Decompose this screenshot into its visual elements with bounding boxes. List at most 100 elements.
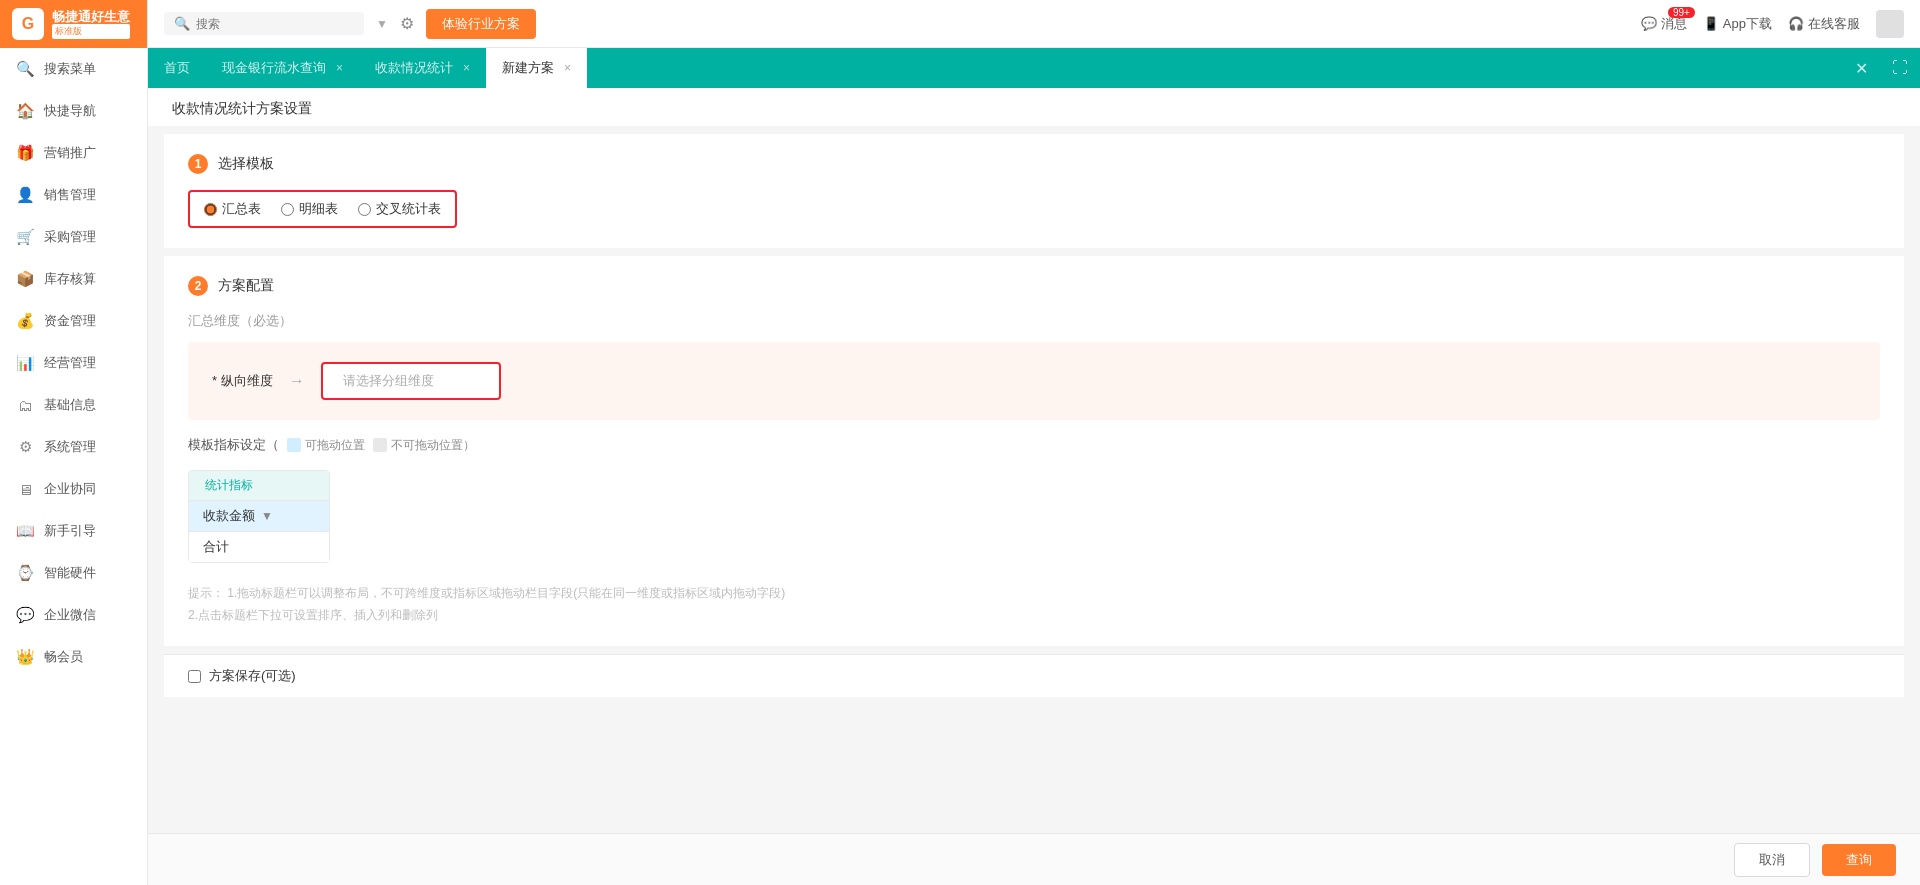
footer-save: 方案保存(可选) [164, 654, 1904, 697]
sidebar-item-label: 企业协同 [44, 480, 96, 498]
system-icon: ⚙ [16, 438, 34, 456]
sidebar-item-corp-wechat[interactable]: 💬 企业微信 [0, 594, 147, 636]
non-draggable-dot [373, 438, 387, 452]
dimension-area: * 纵向维度 → 请选择分组维度 [188, 342, 1880, 420]
close-window-icon[interactable]: ✕ [1843, 48, 1880, 88]
download-icon: 📱 [1703, 16, 1719, 31]
indicator-amount-label: 收款金额 [203, 507, 255, 525]
tab-home[interactable]: 首页 [148, 48, 206, 88]
radio-summary-input[interactable] [204, 203, 217, 216]
tip-text-2: 2.点击标题栏下拉可设置排序、插入列和删除列 [188, 605, 438, 627]
online-service-button[interactable]: 🎧 在线客服 [1788, 15, 1860, 33]
maximize-window-icon[interactable]: ⛶ [1880, 48, 1920, 88]
indicator-cell-amount[interactable]: 收款金额 ▼ [189, 501, 329, 532]
sidebar-item-label: 畅会员 [44, 648, 83, 666]
topbar-search-box[interactable]: 🔍 [164, 12, 364, 35]
sales-icon: 👤 [16, 186, 34, 204]
sidebar-item-sales[interactable]: 👤 销售管理 [0, 174, 147, 216]
message-icon: 💬 [1641, 16, 1657, 31]
indicator-dropdown-icon[interactable]: ▼ [261, 509, 273, 523]
tab-bank-flow[interactable]: 现金银行流水查询 × [206, 48, 359, 88]
legend-non-draggable: 不可拖动位置） [373, 437, 475, 454]
radio-summary[interactable]: 汇总表 [204, 200, 261, 218]
sidebar-item-search-menu[interactable]: 🔍 搜索菜单 [0, 48, 147, 90]
sidebar-item-base-info[interactable]: 🗂 基础信息 [0, 384, 147, 426]
sidebar-item-label: 智能硬件 [44, 564, 96, 582]
radio-detail-input[interactable] [281, 203, 294, 216]
sidebar-item-label: 采购管理 [44, 228, 96, 246]
quick-nav-icon: 🏠 [16, 102, 34, 120]
user-avatar[interactable] [1876, 10, 1904, 38]
step2-section: 2 方案配置 汇总维度（必选） * 纵向维度 → 请选择分组维度 模板指标设定（ [164, 256, 1904, 646]
industry-solution-button[interactable]: 体验行业方案 [426, 9, 536, 39]
search-input[interactable] [196, 17, 336, 31]
tab-home-label: 首页 [164, 59, 190, 77]
step2-badge: 2 [188, 276, 208, 296]
sidebar-item-inventory[interactable]: 📦 库存核算 [0, 258, 147, 300]
save-label: 方案保存(可选) [209, 667, 296, 685]
sidebar-item-label: 库存核算 [44, 270, 96, 288]
sidebar-item-newbie[interactable]: 📖 新手引导 [0, 510, 147, 552]
step2-title: 方案配置 [218, 277, 274, 295]
logo-icon: G [12, 8, 44, 40]
save-checkbox[interactable] [188, 670, 201, 683]
sidebar-item-label: 快捷导航 [44, 102, 96, 120]
step2-label: 2 方案配置 [188, 276, 1880, 296]
sidebar-item-quick-nav[interactable]: 🏠 快捷导航 [0, 90, 147, 132]
search-icon: 🔍 [174, 16, 190, 31]
tip-text-1: 提示： 1.拖动标题栏可以调整布局，不可跨维度或指标区域拖动栏目字段(只能在同一… [188, 583, 785, 605]
query-button[interactable]: 查询 [1822, 844, 1896, 876]
service-icon: 🎧 [1788, 16, 1804, 31]
radio-cross-input[interactable] [358, 203, 371, 216]
dim-select-box[interactable]: 请选择分组维度 [321, 362, 501, 400]
sidebar-item-corp-coop[interactable]: 🖥 企业协同 [0, 468, 147, 510]
corp-wechat-icon: 💬 [16, 606, 34, 624]
app-download-button[interactable]: 📱 App下载 [1703, 15, 1772, 33]
topbar: 🔍 ▼ ⚙ 体验行业方案 💬 消息 99+ 📱 App下载 🎧 在线客服 [148, 0, 1920, 48]
sidebar-item-label: 搜索菜单 [44, 60, 96, 78]
smart-hw-icon: ⌚ [16, 564, 34, 582]
sidebar-item-operations[interactable]: 📊 经营管理 [0, 342, 147, 384]
tab-new-plan-close-icon[interactable]: × [564, 62, 571, 74]
tab-new-plan[interactable]: 新建方案 × [486, 48, 587, 88]
notification-button[interactable]: 💬 消息 99+ [1641, 15, 1687, 33]
tip-line-2: 2.点击标题栏下拉可设置排序、插入列和删除列 [188, 605, 1880, 627]
search-menu-icon: 🔍 [16, 60, 34, 78]
sidebar-item-marketing[interactable]: 🎁 营销推广 [0, 132, 147, 174]
sidebar-item-finance[interactable]: 💰 资金管理 [0, 300, 147, 342]
tab-collection-stat[interactable]: 收款情况统计 × [359, 48, 486, 88]
radio-cross[interactable]: 交叉统计表 [358, 200, 441, 218]
tip-line-1: 提示： 1.拖动标题栏可以调整布局，不可跨维度或指标区域拖动栏目字段(只能在同一… [188, 583, 1880, 605]
online-service-label: 在线客服 [1808, 15, 1860, 33]
radio-summary-label: 汇总表 [222, 200, 261, 218]
dropdown-arrow-icon[interactable]: ▼ [376, 17, 388, 31]
dim-required-label: 汇总维度（必选） [188, 312, 1880, 330]
sidebar-item-label: 企业微信 [44, 606, 96, 624]
page-title: 收款情况统计方案设置 [172, 100, 1896, 126]
page-header: 收款情况统计方案设置 [148, 88, 1920, 126]
indicator-total-cell: 合计 [189, 532, 329, 562]
topbar-right: 💬 消息 99+ 📱 App下载 🎧 在线客服 [1641, 10, 1904, 38]
radio-cross-label: 交叉统计表 [376, 200, 441, 218]
indicator-table: 统计指标 收款金额 ▼ 合计 [188, 470, 330, 563]
draggable-dot [287, 438, 301, 452]
main-area: 🔍 ▼ ⚙ 体验行业方案 💬 消息 99+ 📱 App下载 🎧 在线客服 [148, 0, 1920, 885]
sidebar-item-system[interactable]: ⚙ 系统管理 [0, 426, 147, 468]
legend-draggable: 可拖动位置 [287, 437, 365, 454]
indicator-settings: 模板指标设定（ 可拖动位置 不可拖动位置） 统计指标 [188, 436, 1880, 626]
cancel-button[interactable]: 取消 [1734, 843, 1810, 877]
corp-coop-icon: 🖥 [16, 480, 34, 498]
radio-detail-label: 明细表 [299, 200, 338, 218]
sidebar-item-member[interactable]: 👑 畅会员 [0, 636, 147, 678]
tab-collection-stat-close-icon[interactable]: × [463, 62, 470, 74]
gear-icon[interactable]: ⚙ [400, 14, 414, 33]
radio-detail[interactable]: 明细表 [281, 200, 338, 218]
vertical-dim-label: * 纵向维度 [212, 372, 273, 390]
sidebar-item-purchase[interactable]: 🛒 采购管理 [0, 216, 147, 258]
page-content: 收款情况统计方案设置 1 选择模板 汇总表 明细表 交叉统计表 [148, 88, 1920, 833]
sidebar-item-label: 系统管理 [44, 438, 96, 456]
indicator-settings-title: 模板指标设定（ 可拖动位置 不可拖动位置） [188, 436, 1880, 454]
sidebar-item-smart-hw[interactable]: ⌚ 智能硬件 [0, 552, 147, 594]
newbie-icon: 📖 [16, 522, 34, 540]
tab-bank-flow-close-icon[interactable]: × [336, 62, 343, 74]
